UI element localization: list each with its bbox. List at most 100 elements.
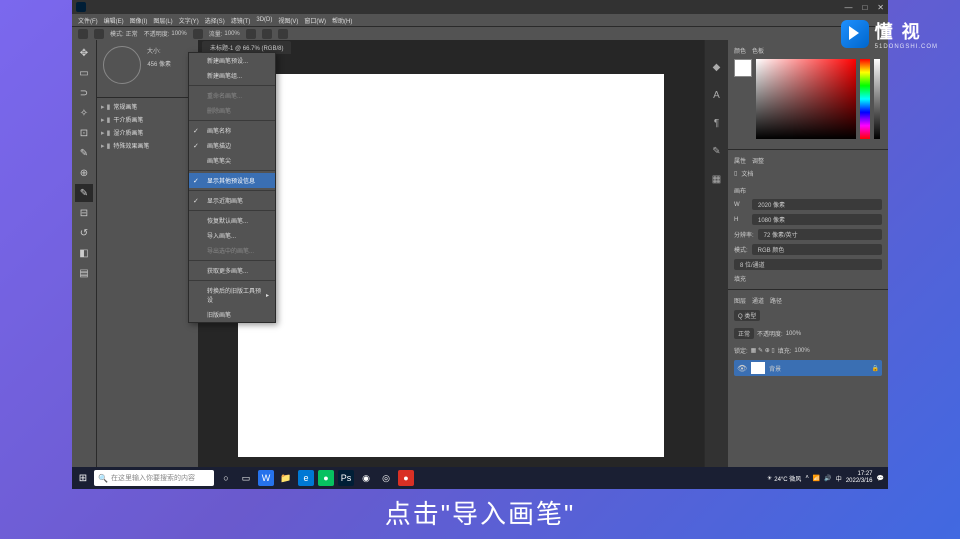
- folder-fx[interactable]: ▸ ▮特殊效果画笔: [97, 139, 198, 152]
- menu-image[interactable]: 图像(I): [128, 16, 150, 25]
- app-icon[interactable]: ◉: [358, 470, 374, 486]
- height-field[interactable]: 1080 像素: [752, 214, 882, 225]
- folder-dry[interactable]: ▸ ▮干介质画笔: [97, 113, 198, 126]
- brushset-icon[interactable]: ✎: [710, 144, 724, 158]
- opt-opacity[interactable]: 不透明度:100%: [144, 29, 187, 38]
- marquee-tool[interactable]: ▭: [75, 64, 93, 82]
- tab-layers[interactable]: 图层: [734, 296, 746, 305]
- menu-window[interactable]: 窗口(W): [302, 16, 328, 25]
- menu-item[interactable]: ✓显示其他预设信息: [189, 173, 275, 188]
- taskview-icon[interactable]: ▭: [238, 470, 254, 486]
- width-field[interactable]: 2020 像素: [752, 199, 882, 210]
- canvas[interactable]: [238, 74, 664, 457]
- home-icon[interactable]: [78, 29, 88, 39]
- search-box[interactable]: 🔍 在这里输入你要搜索的内容: [94, 470, 214, 486]
- res-field[interactable]: 72 像素/英寸: [758, 229, 882, 240]
- menu-item[interactable]: 新建画笔预设...: [189, 53, 275, 68]
- menu-item[interactable]: ✓画笔名称: [189, 123, 275, 138]
- swatch-icon[interactable]: ▦: [710, 172, 724, 186]
- menu-type[interactable]: 文字(Y): [177, 16, 201, 25]
- menu-item[interactable]: 旧版画笔: [189, 307, 275, 322]
- move-tool[interactable]: ✥: [75, 44, 93, 62]
- airbrush-icon[interactable]: [246, 29, 256, 39]
- tab-paths[interactable]: 路径: [770, 296, 782, 305]
- weather-widget[interactable]: ☀24°C 微风: [767, 474, 801, 483]
- menu-item[interactable]: 转换后的旧版工具预设▸: [189, 283, 275, 307]
- network-icon[interactable]: 📶: [813, 475, 820, 482]
- tray-chevron-icon[interactable]: ˄: [805, 475, 809, 481]
- edge-icon[interactable]: e: [298, 470, 314, 486]
- history-icon[interactable]: ◆: [710, 60, 724, 74]
- menu-item[interactable]: 画笔笔尖: [189, 153, 275, 168]
- menu-filter[interactable]: 滤镜(T): [229, 16, 253, 25]
- app2-icon[interactable]: ◎: [378, 470, 394, 486]
- clock[interactable]: 17:27 2022/3/16: [846, 471, 873, 484]
- menu-select[interactable]: 选择(S): [203, 16, 227, 25]
- menu-help[interactable]: 帮助(H): [330, 16, 354, 25]
- fg-swatch[interactable]: [734, 59, 752, 77]
- smoothing-icon[interactable]: [262, 29, 272, 39]
- layer-background[interactable]: 👁 背景 🔒: [734, 360, 882, 376]
- layer-opacity[interactable]: 100%: [786, 331, 801, 337]
- tab-color[interactable]: 颜色: [734, 46, 746, 55]
- alpha-slider[interactable]: [874, 59, 880, 139]
- explorer-icon[interactable]: 📁: [278, 470, 294, 486]
- symmetry-icon[interactable]: [278, 29, 288, 39]
- tab-swatches[interactable]: 色板: [752, 46, 764, 55]
- history-brush-tool[interactable]: ↺: [75, 224, 93, 242]
- menu-item[interactable]: 导入画笔...: [189, 228, 275, 243]
- cortana-icon[interactable]: ○: [218, 470, 234, 486]
- word-icon[interactable]: W: [258, 470, 274, 486]
- size-value[interactable]: 456 像素: [147, 59, 171, 68]
- mode-field[interactable]: RGB 颜色: [752, 244, 882, 255]
- lasso-tool[interactable]: ⊃: [75, 84, 93, 102]
- tab-adjust[interactable]: 调整: [752, 156, 764, 165]
- bits-field[interactable]: 8 位/通道: [734, 259, 882, 270]
- menu-item[interactable]: 获取更多画笔...: [189, 263, 275, 278]
- wand-tool[interactable]: ✧: [75, 104, 93, 122]
- menu-item[interactable]: ✓显示近期画笔: [189, 193, 275, 208]
- char-icon[interactable]: A: [710, 88, 724, 102]
- lock-icons[interactable]: ▦ ✎ ⊕ ▯: [751, 347, 775, 354]
- notif-icon[interactable]: 💬: [877, 475, 884, 482]
- brush-preset-icon[interactable]: [94, 29, 104, 39]
- opt-flow[interactable]: 流量:100%: [209, 29, 240, 38]
- pressure-opacity-icon[interactable]: [193, 29, 203, 39]
- para-icon[interactable]: ¶: [710, 116, 724, 130]
- menu-item[interactable]: 恢复默认画笔...: [189, 213, 275, 228]
- menu-item[interactable]: ✓画笔描边: [189, 138, 275, 153]
- menu-view[interactable]: 视图(V): [276, 16, 300, 25]
- heal-tool[interactable]: ⊕: [75, 164, 93, 182]
- layer-filter[interactable]: Q 类型: [734, 310, 760, 321]
- hue-slider[interactable]: [860, 59, 870, 139]
- crop-tool[interactable]: ⊡: [75, 124, 93, 142]
- record-icon[interactable]: ●: [398, 470, 414, 486]
- brush-panel: 大小: 456 像素 ▸ ▮常规画笔 ▸ ▮干介质画笔 ▸ ▮湿介质画笔 ▸ ▮…: [96, 40, 198, 489]
- wechat-icon[interactable]: ●: [318, 470, 334, 486]
- tab-properties[interactable]: 属性: [734, 156, 746, 165]
- tab-channels[interactable]: 通道: [752, 296, 764, 305]
- menu-3d[interactable]: 3D(D): [254, 17, 274, 23]
- volume-icon[interactable]: 🔊: [824, 475, 831, 482]
- brush-tool[interactable]: ✎: [75, 184, 93, 202]
- close-icon[interactable]: ✕: [877, 3, 884, 12]
- minimize-icon[interactable]: —: [844, 3, 852, 12]
- maximize-icon[interactable]: □: [862, 3, 867, 12]
- menu-layer[interactable]: 图层(L): [151, 16, 174, 25]
- layer-fill[interactable]: 100%: [794, 348, 809, 354]
- folder-general[interactable]: ▸ ▮常规画笔: [97, 100, 198, 113]
- menu-file[interactable]: 文件(F): [76, 16, 100, 25]
- menu-item[interactable]: 新建画笔组...: [189, 68, 275, 83]
- gradient-tool[interactable]: ▤: [75, 264, 93, 282]
- color-spectrum[interactable]: [756, 59, 856, 139]
- ime-icon[interactable]: 中: [836, 474, 842, 483]
- menu-edit[interactable]: 编辑(E): [102, 16, 126, 25]
- stamp-tool[interactable]: ⊟: [75, 204, 93, 222]
- ps-task-icon[interactable]: Ps: [338, 470, 354, 486]
- visibility-icon[interactable]: 👁: [737, 364, 747, 373]
- folder-wet[interactable]: ▸ ▮湿介质画笔: [97, 126, 198, 139]
- blend-mode[interactable]: 正常: [734, 328, 754, 339]
- eyedrop-tool[interactable]: ✎: [75, 144, 93, 162]
- eraser-tool[interactable]: ◧: [75, 244, 93, 262]
- start-button[interactable]: ⊞: [76, 471, 90, 485]
